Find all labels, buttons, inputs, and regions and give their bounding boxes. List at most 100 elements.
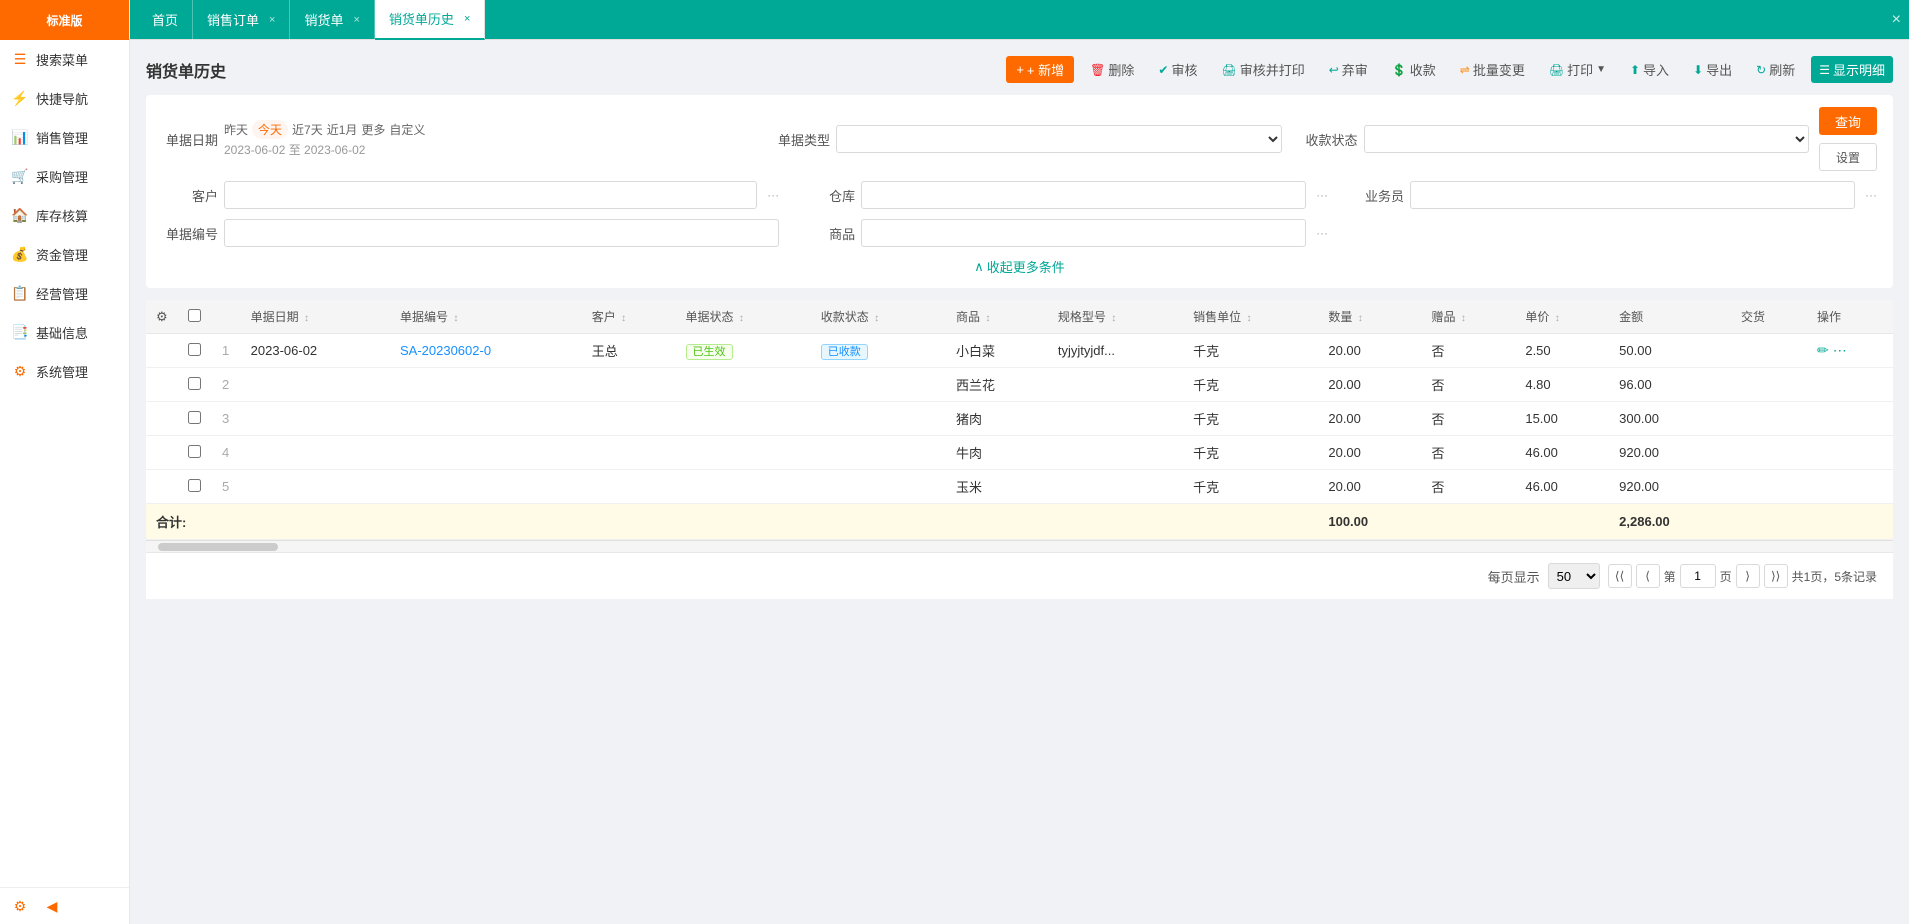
page-header: 销货单历史 + + 新增 🗑 删除 ✔ 审核 🖨 审核并打印: [146, 56, 1893, 83]
edit-action-icon[interactable]: ✏: [1817, 342, 1829, 359]
col-qty[interactable]: 数量 ↕: [1318, 300, 1421, 334]
customer-ellipsis[interactable]: ···: [767, 188, 779, 202]
col-customer[interactable]: 客户 ↕: [582, 300, 676, 334]
toolbar: + + 新增 🗑 删除 ✔ 审核 🖨 审核并打印 ↩ 弃审: [1006, 56, 1893, 83]
tab-sales-goods[interactable]: 销货单 ×: [290, 0, 374, 40]
row-qty: 20.00: [1318, 402, 1421, 436]
row-checkbox-col[interactable]: [178, 402, 211, 436]
collect-button[interactable]: 💲 收款: [1384, 56, 1444, 83]
tab-sales-order-close[interactable]: ×: [269, 14, 275, 26]
sort-price-icon: ↕: [1555, 313, 1560, 324]
refresh-button[interactable]: ↻ 刷新: [1748, 56, 1803, 83]
page-number-input[interactable]: [1680, 564, 1716, 588]
warehouse-input[interactable]: [861, 181, 1306, 209]
col-date[interactable]: 单据日期 ↕: [241, 300, 390, 334]
horizontal-scroll-bar[interactable]: [146, 540, 1893, 552]
doc-type-select[interactable]: [836, 125, 1281, 153]
per-page-select[interactable]: 50 100: [1548, 563, 1600, 589]
sidebar-item-inventory[interactable]: 🏠 库存核算: [0, 196, 129, 235]
col-doc-status[interactable]: 单据状态 ↕: [676, 300, 811, 334]
sidebar-item-search-menu[interactable]: ☰ 搜索菜单: [0, 40, 129, 79]
row-checkbox-col[interactable]: [178, 368, 211, 402]
col-row-num: [211, 300, 241, 334]
sidebar-item-finance-mgmt[interactable]: 💰 资金管理: [0, 235, 129, 274]
col-checkbox[interactable]: [178, 300, 211, 334]
print-button[interactable]: 🖨 打印 ▼: [1541, 56, 1614, 83]
batch-change-button[interactable]: ⇌ 批量变更: [1452, 56, 1533, 83]
tab-sales-history[interactable]: 销货单历史 ×: [375, 0, 485, 40]
shortcut-1month[interactable]: 近1月: [327, 121, 358, 138]
sidebar-settings-btn[interactable]: ⚙ ◀: [0, 888, 129, 924]
select-all-checkbox[interactable]: [188, 309, 201, 322]
col-goods[interactable]: 商品 ↕: [946, 300, 1048, 334]
customer-input[interactable]: [224, 181, 757, 209]
row-checkbox[interactable]: [188, 479, 201, 492]
doc-no-input[interactable]: [224, 219, 779, 247]
audit-print-button[interactable]: 🖨 审核并打印: [1213, 56, 1312, 83]
doc-no-link[interactable]: SA-20230602-0: [400, 343, 491, 358]
page-next-btn[interactable]: ⟩: [1736, 564, 1760, 588]
row-trade: [1731, 402, 1807, 436]
new-button[interactable]: + + 新增: [1006, 56, 1074, 83]
row-amount: 920.00: [1609, 470, 1731, 504]
sidebar-item-operations-mgmt[interactable]: 📋 经营管理: [0, 274, 129, 313]
col-gift[interactable]: 赠品 ↕: [1422, 300, 1516, 334]
more-action-icon[interactable]: ⋯: [1833, 342, 1847, 359]
row-doc-no[interactable]: [390, 470, 582, 504]
col-unit[interactable]: 销售单位 ↕: [1183, 300, 1318, 334]
warehouse-ellipsis[interactable]: ···: [1316, 188, 1328, 202]
collect-status-select[interactable]: [1364, 125, 1809, 153]
row-checkbox[interactable]: [188, 343, 201, 356]
staff-input[interactable]: [1410, 181, 1855, 209]
row-checkbox[interactable]: [188, 411, 201, 424]
import-button[interactable]: ⬆ 导入: [1622, 56, 1677, 83]
delete-button[interactable]: 🗑 删除: [1082, 56, 1142, 83]
row-gift: 否: [1422, 470, 1516, 504]
export-button[interactable]: ⬇ 导出: [1685, 56, 1740, 83]
sidebar-item-basic-info[interactable]: 📑 基础信息: [0, 313, 129, 352]
row-checkbox[interactable]: [188, 377, 201, 390]
close-all-tabs-btn[interactable]: ×: [1892, 11, 1901, 29]
row-doc-no[interactable]: SA-20230602-0: [390, 334, 582, 368]
row-doc-no[interactable]: [390, 436, 582, 470]
shortcut-yesterday[interactable]: 昨天: [224, 121, 248, 138]
row-price: 46.00: [1515, 436, 1609, 470]
page-last-btn[interactable]: ⟩⟩: [1764, 564, 1788, 588]
sidebar-item-system-mgmt[interactable]: ⚙ 系统管理: [0, 352, 129, 391]
page-first-btn[interactable]: ⟨⟨: [1608, 564, 1632, 588]
row-doc-no[interactable]: [390, 368, 582, 402]
row-doc-no[interactable]: [390, 402, 582, 436]
audit-button[interactable]: ✔ 审核: [1150, 56, 1205, 83]
collapse-button[interactable]: ∧ 收起更多条件: [974, 257, 1065, 276]
filter-setting-button[interactable]: 设置: [1819, 143, 1877, 171]
shortcut-more[interactable]: 更多: [361, 121, 385, 138]
abandon-button[interactable]: ↩ 弃审: [1321, 56, 1376, 83]
tab-sales-goods-close[interactable]: ×: [353, 14, 359, 26]
row-checkbox-col[interactable]: [178, 436, 211, 470]
goods-ellipsis[interactable]: ···: [1316, 226, 1328, 240]
row-checkbox[interactable]: [188, 445, 201, 458]
shortcut-7days[interactable]: 近7天: [292, 121, 323, 138]
tab-sales-history-close[interactable]: ×: [464, 13, 470, 25]
col-spec[interactable]: 规格型号 ↕: [1048, 300, 1183, 334]
sidebar-item-sales-mgmt[interactable]: 📊 销售管理: [0, 118, 129, 157]
col-collect-status[interactable]: 收款状态 ↕: [811, 300, 946, 334]
shortcut-custom[interactable]: 自定义: [389, 121, 425, 138]
tab-sales-order[interactable]: 销售订单 ×: [193, 0, 290, 40]
page-prev-btn[interactable]: ⟨: [1636, 564, 1660, 588]
col-price[interactable]: 单价 ↕: [1515, 300, 1609, 334]
tab-home[interactable]: 首页: [138, 0, 193, 40]
sidebar-item-quick-nav[interactable]: ⚡ 快捷导航: [0, 79, 129, 118]
goods-input[interactable]: [861, 219, 1306, 247]
col-gear[interactable]: ⚙: [146, 300, 178, 334]
col-doc-no[interactable]: 单据编号 ↕: [390, 300, 582, 334]
row-checkbox-col[interactable]: [178, 334, 211, 368]
query-button[interactable]: 查询: [1819, 107, 1877, 135]
scroll-thumb[interactable]: [158, 543, 278, 551]
row-gift: 否: [1422, 402, 1516, 436]
row-checkbox-col[interactable]: [178, 470, 211, 504]
staff-ellipsis[interactable]: ···: [1865, 188, 1877, 202]
show-detail-button[interactable]: ☰ 显示明细: [1811, 56, 1893, 83]
sidebar-item-purchase-mgmt[interactable]: 🛒 采购管理: [0, 157, 129, 196]
shortcut-today[interactable]: 今天: [252, 120, 288, 139]
